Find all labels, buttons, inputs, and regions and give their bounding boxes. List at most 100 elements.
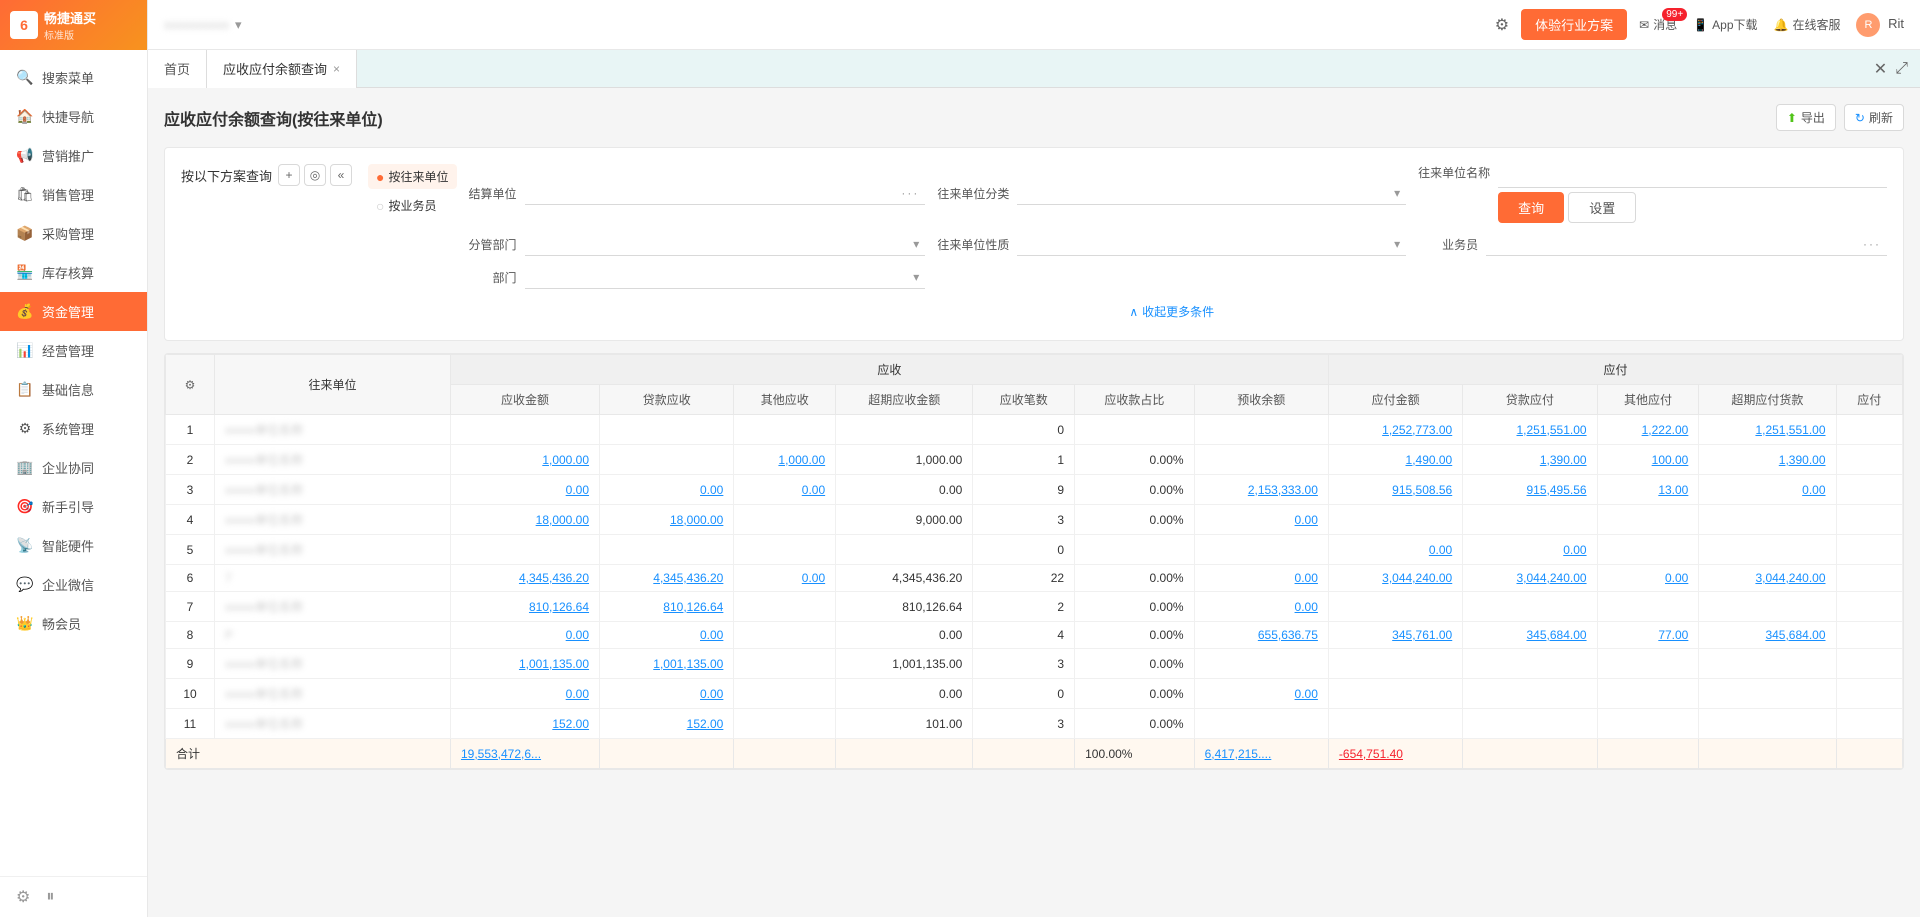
- department-chevron-icon[interactable]: ▾: [913, 270, 919, 284]
- row-cell[interactable]: 1,390.00: [1463, 445, 1597, 475]
- collapse-more-btn[interactable]: ∧ 收起更多条件: [457, 299, 1888, 324]
- footer-ar-amount[interactable]: 19,553,472,6...: [450, 739, 599, 769]
- row-cell[interactable]: 810,126.64: [450, 592, 599, 622]
- row-cell[interactable]: 0.00: [1597, 565, 1699, 592]
- branch-dept-chevron-icon[interactable]: ▾: [913, 237, 919, 251]
- settings-button[interactable]: 设置: [1568, 192, 1636, 223]
- sidebar-item-system[interactable]: ⚙ 系统管理: [0, 409, 147, 448]
- row-cell[interactable]: 0.00: [1463, 535, 1597, 565]
- row-cell[interactable]: 0.00: [1194, 565, 1328, 592]
- footer-ap-amount[interactable]: -654,751.40: [1328, 739, 1462, 769]
- row-cell[interactable]: 13.00: [1597, 475, 1699, 505]
- row-cell[interactable]: 1,001,135.00: [450, 649, 599, 679]
- query-button[interactable]: 查询: [1498, 192, 1564, 223]
- row-cell[interactable]: 4,345,436.20: [600, 565, 734, 592]
- row-cell[interactable]: 345,684.00: [1463, 622, 1597, 649]
- row-cell[interactable]: 655,636.75: [1194, 622, 1328, 649]
- row-cell[interactable]: 1,222.00: [1597, 415, 1699, 445]
- refresh-button[interactable]: ↻ 刷新: [1844, 104, 1904, 131]
- row-cell[interactable]: 2,153,333.00: [1194, 475, 1328, 505]
- row-cell[interactable]: 1,251,551.00: [1463, 415, 1597, 445]
- promo-button[interactable]: 体验行业方案: [1521, 9, 1627, 40]
- row-cell[interactable]: 0.00: [734, 475, 836, 505]
- row-cell[interactable]: 0.00: [1194, 505, 1328, 535]
- row-cell[interactable]: 18,000.00: [450, 505, 599, 535]
- export-button[interactable]: ⬆ 导出: [1776, 104, 1836, 131]
- tab-close-icon[interactable]: ×: [333, 62, 340, 76]
- row-cell[interactable]: 77.00: [1597, 622, 1699, 649]
- sidebar-item-enterprise-wx[interactable]: 💬 企业微信: [0, 565, 147, 604]
- salesperson-input[interactable]: ···: [1486, 233, 1887, 256]
- row-cell[interactable]: 18,000.00: [600, 505, 734, 535]
- row-cell[interactable]: 152.00: [450, 709, 599, 739]
- tab-fullscreen-icon[interactable]: ⤢: [1895, 60, 1908, 78]
- edit-scheme-icon[interactable]: ◎: [304, 164, 326, 186]
- row-cell[interactable]: 915,495.56: [1463, 475, 1597, 505]
- row-cell[interactable]: 0.00: [734, 565, 836, 592]
- row-cell[interactable]: 810,126.64: [600, 592, 734, 622]
- salesperson-dots-icon[interactable]: ···: [1863, 237, 1881, 251]
- row-cell[interactable]: 0.00: [1328, 535, 1462, 565]
- collapse-icon[interactable]: ⏸: [46, 888, 54, 906]
- col-settings[interactable]: ⚙: [166, 355, 215, 415]
- online-service-button[interactable]: 🔔 在线客服: [1774, 16, 1841, 33]
- row-cell[interactable]: 345,761.00: [1328, 622, 1462, 649]
- messages-button[interactable]: ✉ 消息 99+: [1639, 16, 1677, 33]
- sidebar-item-basic-info[interactable]: 📋 基础信息: [0, 370, 147, 409]
- branch-dept-input[interactable]: ▾: [525, 233, 926, 256]
- row-cell[interactable]: 0.00: [1699, 475, 1836, 505]
- row-cell[interactable]: 100.00: [1597, 445, 1699, 475]
- row-cell[interactable]: 0.00: [450, 475, 599, 505]
- search-option-by-unit[interactable]: ● 按往来单位: [368, 164, 456, 189]
- sidebar-item-member[interactable]: 👑 畅会员: [0, 604, 147, 643]
- row-cell[interactable]: 1,000.00: [450, 445, 599, 475]
- row-cell[interactable]: 1,490.00: [1328, 445, 1462, 475]
- department-input[interactable]: ▾: [525, 266, 926, 289]
- sidebar-item-smart-hw[interactable]: 📡 智能硬件: [0, 526, 147, 565]
- settlement-unit-dots-icon[interactable]: ···: [901, 186, 919, 200]
- row-cell[interactable]: 1,390.00: [1699, 445, 1836, 475]
- row-cell[interactable]: 0.00: [600, 622, 734, 649]
- counterpart-nature-input[interactable]: ▾: [1017, 233, 1406, 256]
- row-cell[interactable]: 0.00: [600, 679, 734, 709]
- row-cell[interactable]: 0.00: [600, 475, 734, 505]
- row-cell[interactable]: 4,345,436.20: [450, 565, 599, 592]
- collapse-scheme-icon[interactable]: «: [330, 164, 352, 186]
- tab-close-all-icon[interactable]: ✕: [1874, 59, 1887, 79]
- row-cell[interactable]: 3,044,240.00: [1328, 565, 1462, 592]
- row-cell[interactable]: 1,252,773.00: [1328, 415, 1462, 445]
- row-cell[interactable]: 0.00: [1194, 679, 1328, 709]
- app-download-button[interactable]: 📱 App下载: [1693, 16, 1757, 33]
- search-option-by-employee[interactable]: ○ 按业务员: [368, 193, 456, 218]
- row-cell[interactable]: 1,251,551.00: [1699, 415, 1836, 445]
- sidebar-item-purchase[interactable]: 📦 采购管理: [0, 214, 147, 253]
- row-cell[interactable]: 0.00: [1194, 592, 1328, 622]
- sidebar-item-finance[interactable]: 💰 资金管理: [0, 292, 147, 331]
- row-cell[interactable]: 0.00: [450, 679, 599, 709]
- row-cell[interactable]: 3,044,240.00: [1699, 565, 1836, 592]
- sidebar-item-guide[interactable]: 🎯 新手引导: [0, 487, 147, 526]
- counterpart-nature-chevron-icon[interactable]: ▾: [1394, 237, 1400, 251]
- sidebar-item-marketing[interactable]: 📢 营销推广: [0, 136, 147, 175]
- row-cell[interactable]: 3,044,240.00: [1463, 565, 1597, 592]
- add-scheme-icon[interactable]: +: [278, 164, 300, 186]
- settlement-unit-input[interactable]: ···: [525, 182, 926, 205]
- row-cell[interactable]: 1,001,135.00: [600, 649, 734, 679]
- tab-home[interactable]: 首页: [148, 50, 207, 88]
- counterpart-name-input[interactable]: [1498, 164, 1887, 188]
- footer-ar-prepay[interactable]: 6,417,215....: [1194, 739, 1328, 769]
- row-cell[interactable]: 1,000.00: [734, 445, 836, 475]
- sidebar-item-enterprise[interactable]: 🏢 企业协同: [0, 448, 147, 487]
- sidebar-item-quick-nav[interactable]: 🏠 快捷导航: [0, 97, 147, 136]
- row-cell[interactable]: 345,684.00: [1699, 622, 1836, 649]
- row-cell[interactable]: 0.00: [450, 622, 599, 649]
- sidebar-item-sales[interactable]: 🛍 销售管理: [0, 175, 147, 214]
- counterpart-category-input[interactable]: ▾: [1017, 182, 1406, 205]
- settings-icon[interactable]: ⚙: [1495, 15, 1509, 35]
- row-cell[interactable]: 915,508.56: [1328, 475, 1462, 505]
- sidebar-item-inventory[interactable]: 🏪 库存核算: [0, 253, 147, 292]
- tab-ar-ap[interactable]: 应收应付余额查询 ×: [207, 50, 357, 88]
- table-config-icon[interactable]: ⚙: [176, 371, 204, 399]
- settings-bottom-icon[interactable]: ⚙: [16, 887, 30, 907]
- sidebar-item-operations[interactable]: 📊 经营管理: [0, 331, 147, 370]
